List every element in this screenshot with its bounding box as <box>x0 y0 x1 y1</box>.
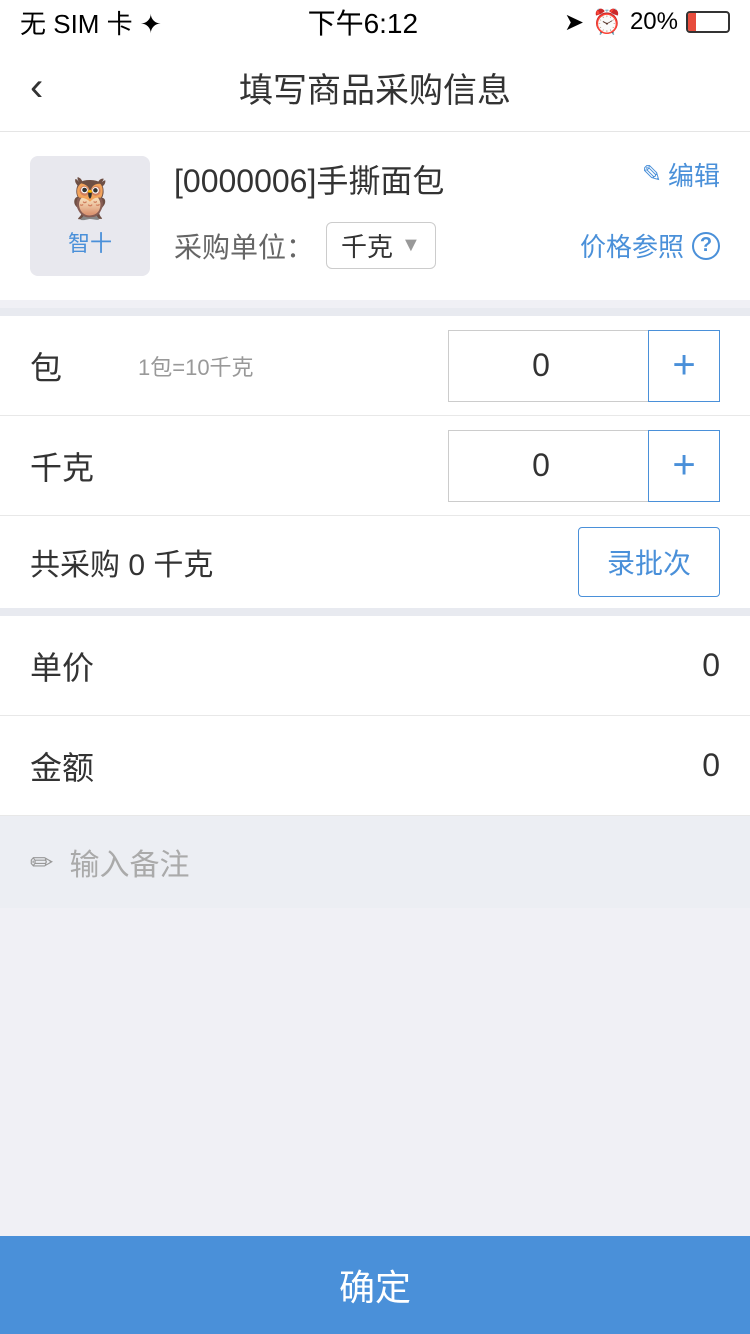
amount-value: 0 <box>702 747 720 784</box>
section-divider-1 <box>0 308 750 316</box>
battery-icon <box>686 11 730 33</box>
product-header: [0000006]手撕面包 ✎ 编辑 <box>174 156 720 202</box>
sim-status: 无 SIM 卡 ✦ <box>20 4 162 41</box>
edit-icon: ✎ <box>642 160 662 189</box>
summary-amount: 0 <box>128 549 145 582</box>
empty-space <box>0 908 750 1236</box>
bag-plus-button[interactable]: + <box>648 330 720 402</box>
price-ref-label: 价格参照 <box>580 227 684 264</box>
product-info: [0000006]手撕面包 ✎ 编辑 采购单位： 千克 ▼ 价格参照 ? <box>174 156 720 269</box>
note-icon: ✏ <box>30 846 53 879</box>
price-section: 单价 0 金额 0 <box>0 616 750 816</box>
thumbnail-label: 智十 <box>68 226 112 258</box>
summary-row: 共采购 0 千克 录批次 <box>0 516 750 616</box>
kg-plus-button[interactable]: + <box>648 430 720 502</box>
product-unit-row: 采购单位： 千克 ▼ 价格参照 ? <box>174 222 720 269</box>
kg-input-group: + <box>448 430 720 502</box>
kg-quantity-input[interactable] <box>448 430 648 502</box>
price-ref-button[interactable]: 价格参照 ? <box>580 227 720 264</box>
status-time: 下午6:12 <box>308 2 419 42</box>
kg-label: 千克 <box>30 443 130 489</box>
bag-sub-label: 1包=10千克 <box>138 350 254 382</box>
edit-label: 编辑 <box>668 156 720 193</box>
summary-text: 共采购 0 千克 <box>30 540 558 584</box>
unit-value: 千克 <box>341 227 393 264</box>
page-title: 填写商品采购信息 <box>239 63 511 112</box>
price-ref-icon: ? <box>692 232 720 260</box>
product-card: 🦉 智十 [0000006]手撕面包 ✎ 编辑 采购单位： 千克 ▼ <box>0 132 750 308</box>
bag-input-group: + <box>448 330 720 402</box>
back-button[interactable]: ‹ <box>30 65 63 110</box>
unit-price-label: 单价 <box>30 643 702 689</box>
unit-arrow-icon: ▼ <box>401 234 421 257</box>
form-section: 包 1包=10千克 + 千克 + <box>0 316 750 516</box>
confirm-button[interactable]: 确定 <box>0 1236 750 1334</box>
batch-button[interactable]: 录批次 <box>578 527 720 597</box>
product-name: [0000006]手撕面包 <box>174 156 444 202</box>
product-thumbnail: 🦉 智十 <box>30 156 150 276</box>
nav-bar: ‹ 填写商品采购信息 <box>0 44 750 132</box>
unit-label: 采购单位： <box>174 226 314 266</box>
unit-price-row: 单价 0 <box>0 616 750 716</box>
alarm-icon: ⏰ <box>592 8 622 37</box>
bag-row: 包 1包=10千克 + <box>0 316 750 416</box>
note-input[interactable]: 输入备注 <box>69 840 189 884</box>
bag-label: 包 <box>30 343 130 389</box>
status-bar: 无 SIM 卡 ✦ 下午6:12 ➤ ⏰ 20% <box>0 0 750 44</box>
battery-percent: 20% <box>630 8 678 36</box>
bag-quantity-input[interactable] <box>448 330 648 402</box>
amount-row: 金额 0 <box>0 716 750 816</box>
edit-button[interactable]: ✎ 编辑 <box>642 156 720 193</box>
location-icon: ➤ <box>564 8 584 37</box>
kg-row: 千克 + <box>0 416 750 516</box>
amount-label: 金额 <box>30 743 702 789</box>
status-right: ➤ ⏰ 20% <box>564 8 730 37</box>
owl-icon: 🦉 <box>65 175 115 222</box>
unit-price-value: 0 <box>702 647 720 684</box>
status-left: 无 SIM 卡 ✦ <box>20 4 162 41</box>
note-section[interactable]: ✏ 输入备注 <box>0 816 750 908</box>
unit-select[interactable]: 千克 ▼ <box>326 222 436 269</box>
